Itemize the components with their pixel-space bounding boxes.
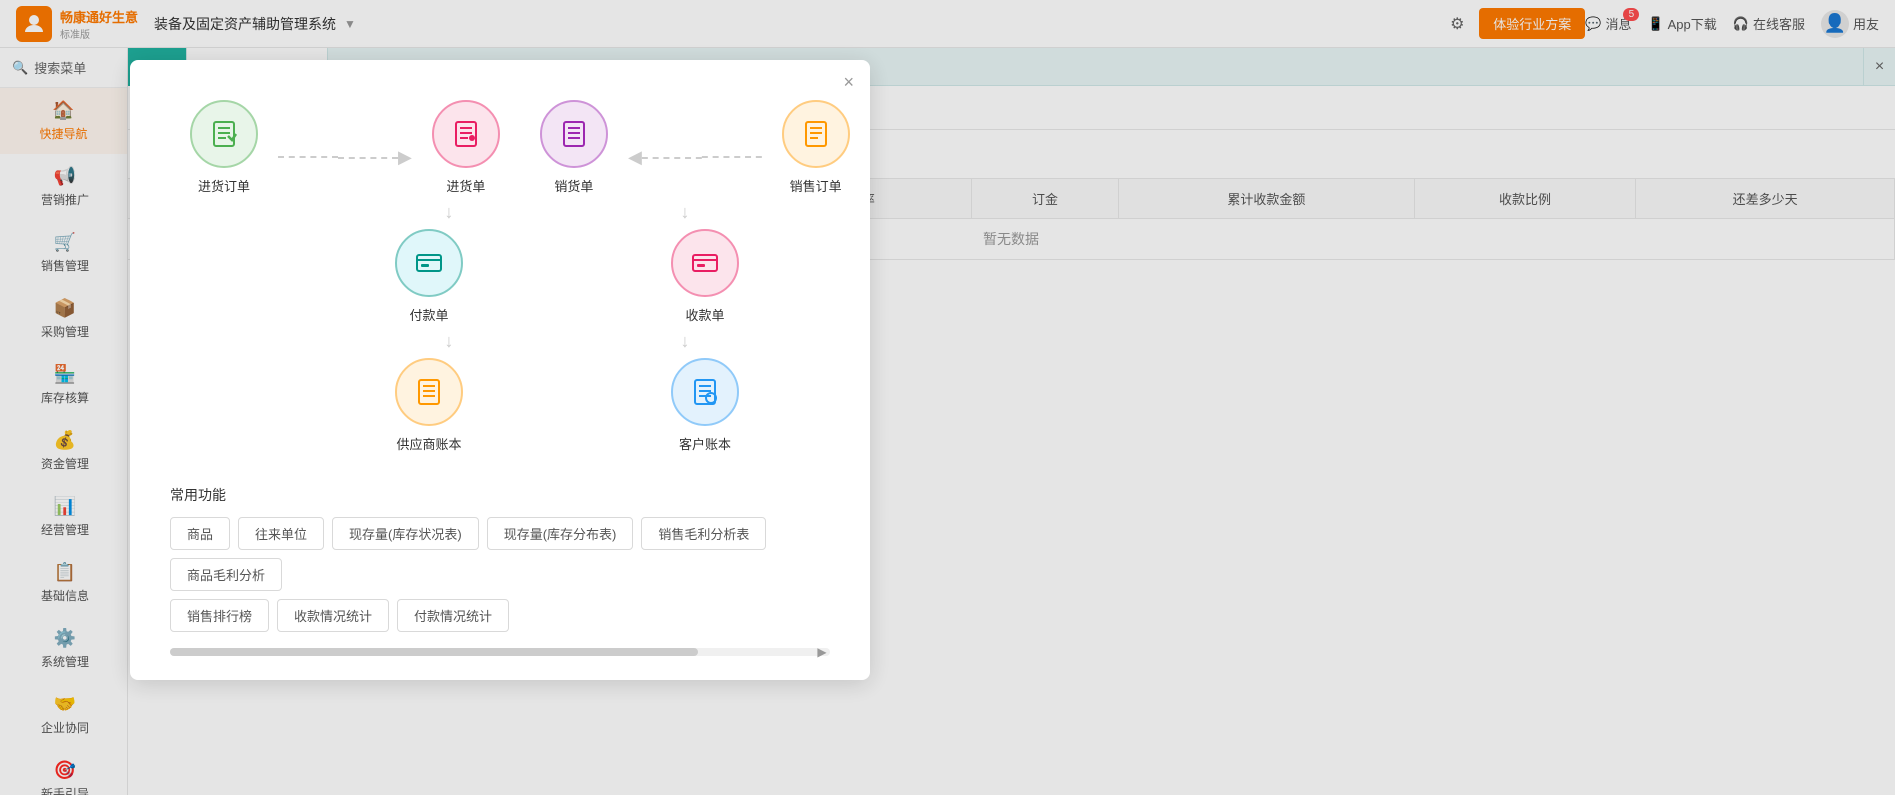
func-btn-payment-stats[interactable]: 付款情况统计 (397, 599, 509, 632)
payment-bill-icon (395, 229, 463, 297)
down-arrow-customer: ↓ (651, 332, 719, 350)
func-btn-product-margin[interactable]: 商品毛利分析 (170, 558, 282, 591)
sales-order-label: 销售订单 (790, 176, 842, 195)
func-btn-sales-rank[interactable]: 销售排行榜 (170, 599, 269, 632)
supplier-ledger-node[interactable]: 供应商账本 (395, 358, 463, 453)
customer-ledger-label: 客户账本 (679, 434, 731, 453)
purchase-order-icon (190, 100, 258, 168)
sales-order-node[interactable]: 销售订单 (782, 100, 850, 195)
func-btn-units[interactable]: 往来单位 (238, 517, 324, 550)
content-area: 首页 销售订单执行表 × × ❓ 帮助 🖨 按模板打印 (128, 48, 1895, 795)
panel-scrollbar[interactable]: ▶ (170, 648, 830, 656)
sales-bill-icon (540, 100, 608, 168)
receipt-bill-icon (671, 229, 739, 297)
func-btn-stock-dist[interactable]: 现存量(库存分布表) (487, 517, 634, 550)
down-arrow-supplier: ↓ (415, 332, 483, 350)
app-container: 畅康通好生意 标准版 装备及固定资产辅助管理系统 ▼ ⚙ 体验行业方案 💬 消息… (0, 0, 1895, 795)
flow-diagram: 进货订单 ▶ 进货单 (170, 92, 830, 461)
quick-nav-panel: × 进货订单 (130, 60, 870, 680)
receipt-bill-node[interactable]: 收款单 (671, 229, 739, 324)
common-funcs-title: 常用功能 (170, 485, 830, 505)
arrow-1: ▶ (278, 147, 412, 168)
scroll-right-btn[interactable]: ▶ (814, 644, 830, 660)
supplier-ledger-icon (395, 358, 463, 426)
func-btn-product[interactable]: 商品 (170, 517, 230, 550)
payment-bill-label: 付款单 (409, 305, 448, 324)
receipt-bill-label: 收款单 (685, 305, 724, 324)
supplier-ledger-label: 供应商账本 (396, 434, 461, 453)
func-btn-stock-status[interactable]: 现存量(库存状况表) (332, 517, 479, 550)
flow-row-1: 进货订单 ▶ 进货单 (170, 92, 830, 203)
payment-bill-node[interactable]: 付款单 (395, 229, 463, 324)
purchase-order-node[interactable]: 进货订单 (190, 100, 258, 195)
flow-row-4: ↓ ↓ (170, 332, 830, 350)
down-arrow-payment: ↓ (415, 203, 483, 221)
sales-bill-label: 销货单 (554, 176, 593, 195)
func-buttons-row-1: 商品 往来单位 现存量(库存状况表) 现存量(库存分布表) 销售毛利分析表 商品… (170, 517, 830, 591)
scrollbar-thumb (170, 648, 698, 656)
flow-row-5: 供应商账本 客户账本 (170, 350, 830, 461)
func-btn-receipt-stats[interactable]: 收款情况统计 (277, 599, 389, 632)
purchase-bill-label: 进货单 (446, 176, 485, 195)
func-buttons-row-2: 销售排行榜 收款情况统计 付款情况统计 (170, 599, 830, 632)
purchase-order-label: 进货订单 (198, 176, 250, 195)
sales-bill-node[interactable]: 销货单 (540, 100, 608, 195)
flow-row-2: ↓ ↓ (170, 203, 830, 221)
purchase-bill-icon (432, 100, 500, 168)
func-btn-sales-margin[interactable]: 销售毛利分析表 (641, 517, 766, 550)
customer-ledger-icon (671, 358, 739, 426)
panel-close-button[interactable]: × (843, 72, 854, 93)
arrow-2: ▶ (628, 147, 762, 168)
modal-overlay[interactable]: × 进货订单 (128, 48, 1895, 795)
flow-row-3: 付款单 收款单 (170, 221, 830, 332)
common-functions: 常用功能 商品 往来单位 现存量(库存状况表) 现存量(库存分布表) 销售毛利分… (170, 485, 830, 632)
main-area: 🔍 搜索菜单 🏠 快捷导航 📢 营销推广 🛒 销售管理 📦 采购管理 🏪 (0, 48, 1895, 795)
purchase-bill-node[interactable]: 进货单 (432, 100, 500, 195)
sales-order-icon (782, 100, 850, 168)
down-arrow-receipt: ↓ (651, 203, 719, 221)
customer-ledger-node[interactable]: 客户账本 (671, 358, 739, 453)
